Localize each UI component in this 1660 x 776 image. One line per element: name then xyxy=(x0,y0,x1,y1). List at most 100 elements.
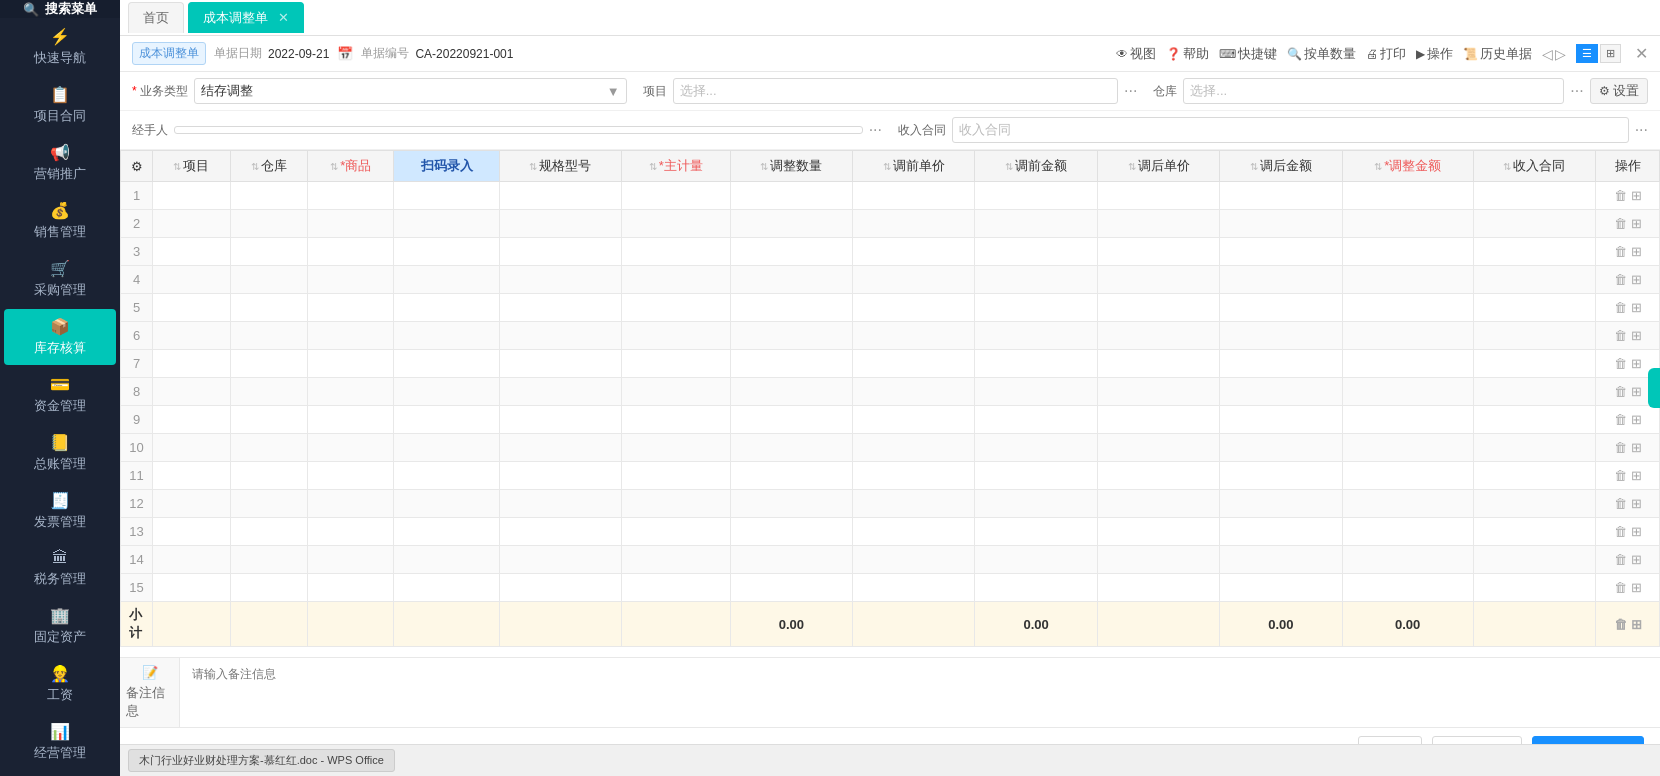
project-cell[interactable] xyxy=(153,266,231,294)
after-amount-cell[interactable] xyxy=(1220,546,1342,574)
product-cell[interactable] xyxy=(308,378,394,406)
before-amount-cell[interactable] xyxy=(975,574,1097,602)
adj-amount-cell[interactable] xyxy=(1342,294,1473,322)
unit-cell[interactable] xyxy=(621,406,730,434)
product-cell[interactable] xyxy=(308,210,394,238)
warehouse-cell[interactable] xyxy=(230,462,308,490)
tab-home[interactable]: 首页 xyxy=(128,2,184,33)
project-cell[interactable] xyxy=(153,378,231,406)
delete-row-icon[interactable]: 🗑 xyxy=(1614,216,1627,231)
calendar-icon[interactable]: 📅 xyxy=(337,46,353,61)
copy-row-icon[interactable]: ⊞ xyxy=(1631,272,1642,287)
after-amount-cell[interactable] xyxy=(1220,378,1342,406)
project-cell[interactable] xyxy=(153,238,231,266)
spec-cell[interactable] xyxy=(499,434,621,462)
sidebar-item-quick-nav[interactable]: ⚡ 快速导航 xyxy=(4,19,116,75)
adj-qty-cell[interactable] xyxy=(730,546,852,574)
unit-cell[interactable] xyxy=(621,266,730,294)
operate-btn[interactable]: ▶ 操作 xyxy=(1416,45,1453,63)
income-contract-cell[interactable] xyxy=(1473,266,1595,294)
adj-qty-cell[interactable] xyxy=(730,182,852,210)
spec-cell[interactable] xyxy=(499,322,621,350)
before-amount-cell[interactable] xyxy=(975,518,1097,546)
scan-cell[interactable] xyxy=(394,266,499,294)
delete-row-icon[interactable]: 🗑 xyxy=(1614,244,1627,259)
scan-cell[interactable] xyxy=(394,462,499,490)
copy-row-icon[interactable]: ⊞ xyxy=(1631,244,1642,259)
product-cell[interactable] xyxy=(308,238,394,266)
adj-amount-cell[interactable] xyxy=(1342,322,1473,350)
adj-qty-cell[interactable] xyxy=(730,518,852,546)
delete-row-icon[interactable]: 🗑 xyxy=(1614,440,1627,455)
sidebar-item-inventory[interactable]: 📦 库存核算 xyxy=(4,309,116,365)
shortcut-btn[interactable]: ⌨ 快捷键 xyxy=(1219,45,1277,63)
after-amount-cell[interactable] xyxy=(1220,350,1342,378)
adj-qty-cell[interactable] xyxy=(730,434,852,462)
before-price-cell[interactable] xyxy=(853,518,975,546)
notes-input[interactable] xyxy=(180,658,1660,727)
before-price-cell[interactable] xyxy=(853,574,975,602)
income-contract-select[interactable]: 收入合同 xyxy=(952,117,1629,143)
table-row[interactable]: 11🗑⊞ xyxy=(121,462,1660,490)
copy-row-icon[interactable]: ⊞ xyxy=(1631,216,1642,231)
before-amount-cell[interactable] xyxy=(975,546,1097,574)
adj-qty-cell[interactable] xyxy=(730,350,852,378)
adj-amount-cell[interactable] xyxy=(1342,238,1473,266)
warehouse-cell[interactable] xyxy=(230,490,308,518)
scan-cell[interactable] xyxy=(394,406,499,434)
before-price-cell[interactable] xyxy=(853,322,975,350)
adj-qty-cell[interactable] xyxy=(730,574,852,602)
product-cell[interactable] xyxy=(308,350,394,378)
after-price-cell[interactable] xyxy=(1097,574,1219,602)
warehouse-cell[interactable] xyxy=(230,238,308,266)
handler-select[interactable] xyxy=(174,126,863,134)
history-btn[interactable]: 📜 历史单据 xyxy=(1463,45,1532,63)
table-row[interactable]: 5🗑⊞ xyxy=(121,294,1660,322)
adj-amount-cell[interactable] xyxy=(1342,490,1473,518)
spec-cell[interactable] xyxy=(499,378,621,406)
income-contract-cell[interactable] xyxy=(1473,210,1595,238)
scan-cell[interactable] xyxy=(394,322,499,350)
table-row[interactable]: 8🗑⊞ xyxy=(121,378,1660,406)
before-amount-cell[interactable] xyxy=(975,350,1097,378)
adj-qty-cell[interactable] xyxy=(730,322,852,350)
copy-row-icon[interactable]: ⊞ xyxy=(1631,356,1642,371)
before-price-cell[interactable] xyxy=(853,406,975,434)
copy-row-icon[interactable]: ⊞ xyxy=(1631,440,1642,455)
spec-cell[interactable] xyxy=(499,406,621,434)
income-contract-cell[interactable] xyxy=(1473,294,1595,322)
project-cell[interactable] xyxy=(153,546,231,574)
adj-qty-cell[interactable] xyxy=(730,378,852,406)
adj-amount-cell[interactable] xyxy=(1342,462,1473,490)
before-amount-cell[interactable] xyxy=(975,406,1097,434)
product-cell[interactable] xyxy=(308,322,394,350)
delete-row-icon[interactable]: 🗑 xyxy=(1614,496,1627,511)
scan-cell[interactable] xyxy=(394,546,499,574)
after-price-cell[interactable] xyxy=(1097,490,1219,518)
prev-record-icon[interactable]: ◁ xyxy=(1542,46,1553,62)
product-cell[interactable] xyxy=(308,546,394,574)
grid-view-btn[interactable]: ⊞ xyxy=(1600,44,1621,63)
adj-amount-cell[interactable] xyxy=(1342,546,1473,574)
scan-cell[interactable] xyxy=(394,378,499,406)
before-price-cell[interactable] xyxy=(853,294,975,322)
scan-cell[interactable] xyxy=(394,490,499,518)
delete-row-icon[interactable]: 🗑 xyxy=(1614,580,1627,595)
sidebar-item-purchase[interactable]: 🛒 采购管理 xyxy=(4,251,116,307)
income-contract-cell[interactable] xyxy=(1473,462,1595,490)
project-cell[interactable] xyxy=(153,406,231,434)
income-contract-cell[interactable] xyxy=(1473,518,1595,546)
unit-cell[interactable] xyxy=(621,434,730,462)
adj-amount-cell[interactable] xyxy=(1342,518,1473,546)
after-price-cell[interactable] xyxy=(1097,350,1219,378)
list-view-btn[interactable]: ☰ xyxy=(1576,44,1598,63)
adj-qty-cell[interactable] xyxy=(730,294,852,322)
delete-row-icon[interactable]: 🗑 xyxy=(1614,328,1627,343)
before-price-cell[interactable] xyxy=(853,182,975,210)
project-select[interactable]: 选择... xyxy=(673,78,1118,104)
notes-sidebar[interactable]: 📝 备注信息 xyxy=(120,658,180,727)
scan-cell[interactable] xyxy=(394,434,499,462)
before-amount-cell[interactable] xyxy=(975,322,1097,350)
before-amount-cell[interactable] xyxy=(975,210,1097,238)
delete-row-icon[interactable]: 🗑 xyxy=(1614,524,1627,539)
